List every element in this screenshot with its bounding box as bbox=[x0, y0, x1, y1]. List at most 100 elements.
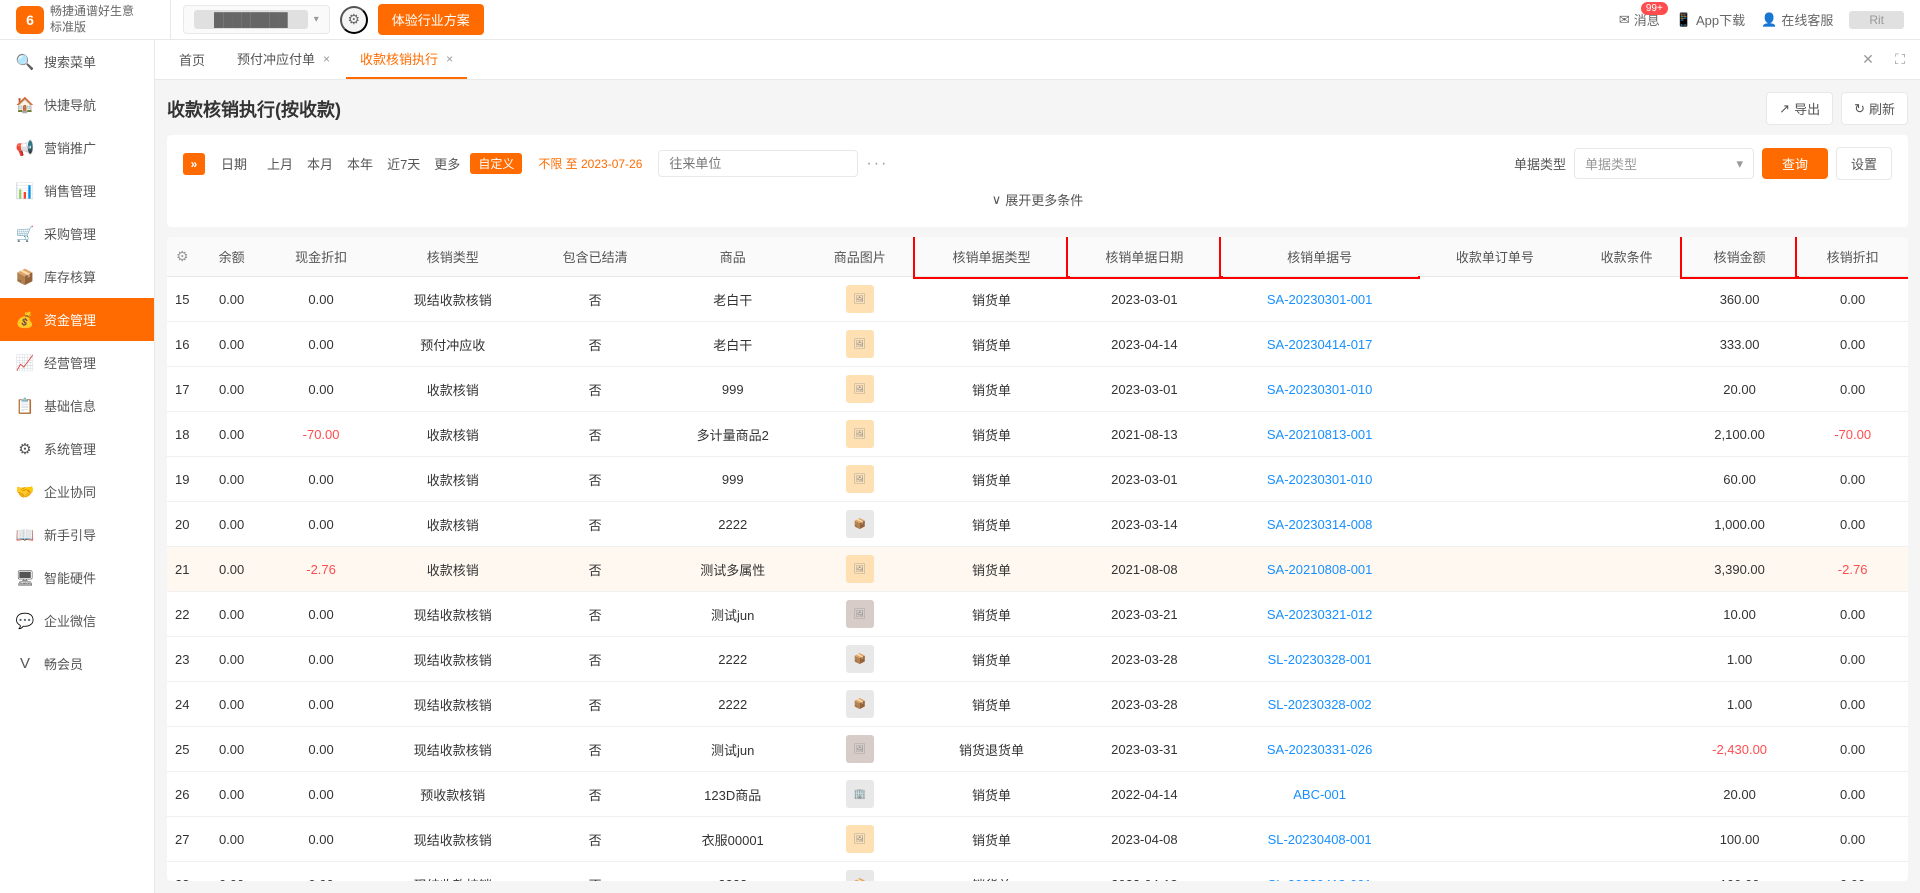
date-label: 日期 bbox=[221, 154, 247, 173]
cell-bill-date: 2023-03-01 bbox=[1068, 457, 1221, 502]
cell-payment-cond bbox=[1571, 772, 1682, 817]
company-selector[interactable]: ████████ ▾ bbox=[183, 5, 330, 34]
tab-home[interactable]: 首页 bbox=[163, 40, 221, 79]
sidebar-label-sales: 销售管理 bbox=[44, 181, 96, 200]
cell-order-no bbox=[1418, 322, 1571, 367]
bill-no-link[interactable]: SL-20230408-001 bbox=[1268, 832, 1372, 847]
sidebar-item-collab[interactable]: 🤝 企业协同 bbox=[0, 470, 154, 513]
cell-balance: 0.00 bbox=[197, 457, 265, 502]
expand-window-icon[interactable]: ⛶ bbox=[1888, 48, 1912, 72]
online-service-button[interactable]: 👤 在线客服 bbox=[1761, 10, 1833, 29]
tab-prepay[interactable]: 预付冲应付单 × bbox=[223, 40, 344, 79]
column-settings-icon[interactable]: ⚙ bbox=[176, 248, 189, 264]
date-more[interactable]: 更多 bbox=[430, 152, 464, 175]
logo-area: 6 畅捷通谱好生意 标准版 bbox=[16, 0, 171, 39]
table-settings-button[interactable]: 设置 bbox=[1836, 147, 1892, 180]
cell-order-no bbox=[1418, 727, 1571, 772]
cell-bill-type: 销货单 bbox=[915, 277, 1068, 322]
bill-no-link[interactable]: SA-20230314-008 bbox=[1267, 517, 1373, 532]
bill-no-link[interactable]: SA-20230331-026 bbox=[1267, 742, 1373, 757]
cell-goods: 999 bbox=[661, 457, 804, 502]
more-filters-icon[interactable]: ··· bbox=[866, 155, 888, 173]
logo-text: 畅捷通谱好生意 标准版 bbox=[50, 4, 134, 35]
sidebar-item-search[interactable]: 🔍 搜索菜单 bbox=[0, 40, 154, 83]
table-row: 24 0.00 0.00 现结收款核销 否 2222 📦 销货单 2023-03… bbox=[167, 682, 1908, 727]
sidebar-item-basic-info[interactable]: 📋 基础信息 bbox=[0, 384, 154, 427]
unit-input[interactable] bbox=[658, 150, 858, 177]
bill-no-link[interactable]: SA-20230301-001 bbox=[1267, 292, 1373, 307]
cell-order-no bbox=[1418, 412, 1571, 457]
bill-no-link[interactable]: SA-20230301-010 bbox=[1267, 472, 1373, 487]
date-prev-month[interactable]: 上月 bbox=[263, 152, 297, 175]
bill-no-link[interactable]: SA-20230321-012 bbox=[1267, 607, 1373, 622]
filter-expand-button[interactable]: » bbox=[183, 153, 205, 175]
bill-no-link[interactable]: SA-20210813-001 bbox=[1267, 427, 1373, 442]
bill-no-link[interactable]: SA-20230414-017 bbox=[1267, 337, 1373, 352]
query-button[interactable]: 查询 bbox=[1762, 148, 1828, 179]
refresh-button[interactable]: ↻ 刷新 bbox=[1841, 92, 1908, 125]
sidebar-item-sales[interactable]: 📊 销售管理 bbox=[0, 169, 154, 212]
cell-goods-img: 🖼 bbox=[804, 277, 915, 322]
th-bill-no: 核销单据号 bbox=[1221, 237, 1419, 277]
sidebar-item-member[interactable]: V 畅会员 bbox=[0, 642, 154, 685]
bill-no-link[interactable]: SL-20230418-001 bbox=[1268, 877, 1372, 882]
tab-current-close[interactable]: × bbox=[446, 53, 453, 65]
cell-amount: 20.00 bbox=[1682, 367, 1797, 412]
sidebar-item-hardware[interactable]: 🖥 智能硬件 bbox=[0, 556, 154, 599]
cell-bill-type: 销货单 bbox=[915, 502, 1068, 547]
tab-prepay-label: 预付冲应付单 bbox=[237, 49, 315, 68]
sidebar-item-guide[interactable]: 📖 新手引导 bbox=[0, 513, 154, 556]
trial-button[interactable]: 体验行业方案 bbox=[378, 4, 484, 35]
settings-button[interactable]: ⚙ bbox=[340, 6, 368, 34]
cell-bill-no: ABC-001 bbox=[1221, 772, 1419, 817]
sidebar-item-finance[interactable]: 💰 资金管理 bbox=[0, 298, 154, 341]
close-window-icon[interactable]: ✕ bbox=[1856, 48, 1880, 72]
date-this-year[interactable]: 本年 bbox=[343, 152, 377, 175]
cell-discount: 0.00 bbox=[1797, 862, 1908, 882]
bill-no-link[interactable]: SA-20230301-010 bbox=[1267, 382, 1373, 397]
date-7-days[interactable]: 近7天 bbox=[383, 152, 424, 175]
cell-bill-no: SA-20230331-026 bbox=[1221, 727, 1419, 772]
tab-prepay-close[interactable]: × bbox=[323, 53, 330, 65]
sidebar-item-operations[interactable]: 📈 经营管理 bbox=[0, 341, 154, 384]
cell-discount: 0.00 bbox=[1797, 592, 1908, 637]
sidebar-item-marketing[interactable]: 📢 营销推广 bbox=[0, 126, 154, 169]
table-row: 17 0.00 0.00 收款核销 否 999 🖼 销货单 2023-03-01… bbox=[167, 367, 1908, 412]
notification-button[interactable]: ✉ 消息 99+ bbox=[1619, 10, 1660, 29]
cell-goods-img: 🖼 bbox=[804, 817, 915, 862]
cell-bill-date: 2022-04-14 bbox=[1068, 772, 1221, 817]
bill-type-select[interactable]: 单据类型 ▾ bbox=[1574, 148, 1754, 179]
cell-id: 28 bbox=[167, 862, 197, 882]
sidebar-label-guide: 新手引导 bbox=[44, 525, 96, 544]
goods-image: 🖼 bbox=[846, 285, 874, 313]
date-this-month[interactable]: 本月 bbox=[303, 152, 337, 175]
cell-discount: 0.00 bbox=[1797, 772, 1908, 817]
date-range-display: 不限 至 2023-07-26 bbox=[538, 155, 642, 172]
bill-no-link[interactable]: SA-20210808-001 bbox=[1267, 562, 1373, 577]
cell-type: 收款核销 bbox=[376, 502, 529, 547]
sidebar-item-nav[interactable]: 🏠 快捷导航 bbox=[0, 83, 154, 126]
export-button[interactable]: ↗ 导出 bbox=[1766, 92, 1833, 125]
th-order-no: 收款单订单号 bbox=[1418, 237, 1571, 277]
cell-bill-date: 2023-03-01 bbox=[1068, 367, 1221, 412]
topbar-right: ✉ 消息 99+ 📱 App下载 👤 在线客服 Rit bbox=[1619, 10, 1904, 29]
bill-no-link[interactable]: ABC-001 bbox=[1293, 787, 1346, 802]
th-amount: 核销金额 bbox=[1682, 237, 1797, 277]
sidebar-item-inventory[interactable]: 📦 库存核算 bbox=[0, 255, 154, 298]
sidebar-item-system[interactable]: ⚙ 系统管理 bbox=[0, 427, 154, 470]
app-download-button[interactable]: 📱 App下载 bbox=[1676, 10, 1745, 29]
sidebar-item-purchase[interactable]: 🛒 采购管理 bbox=[0, 212, 154, 255]
cell-balance: 0.00 bbox=[197, 862, 265, 882]
expand-conditions-button[interactable]: ∨ 展开更多条件 bbox=[183, 184, 1892, 215]
cell-goods: 多计量商品2 bbox=[661, 412, 804, 457]
bill-no-link[interactable]: SL-20230328-002 bbox=[1268, 697, 1372, 712]
user-avatar[interactable]: Rit bbox=[1849, 11, 1904, 29]
cell-payment-cond bbox=[1571, 322, 1682, 367]
sidebar-item-wechat[interactable]: 💬 企业微信 bbox=[0, 599, 154, 642]
bill-no-link[interactable]: SL-20230328-001 bbox=[1268, 652, 1372, 667]
goods-image: 📦 bbox=[846, 690, 874, 718]
sidebar-label-collab: 企业协同 bbox=[44, 482, 96, 501]
date-custom-button[interactable]: 自定义 bbox=[470, 153, 522, 174]
tab-current[interactable]: 收款核销执行 × bbox=[346, 40, 467, 79]
cell-balance: 0.00 bbox=[197, 637, 265, 682]
